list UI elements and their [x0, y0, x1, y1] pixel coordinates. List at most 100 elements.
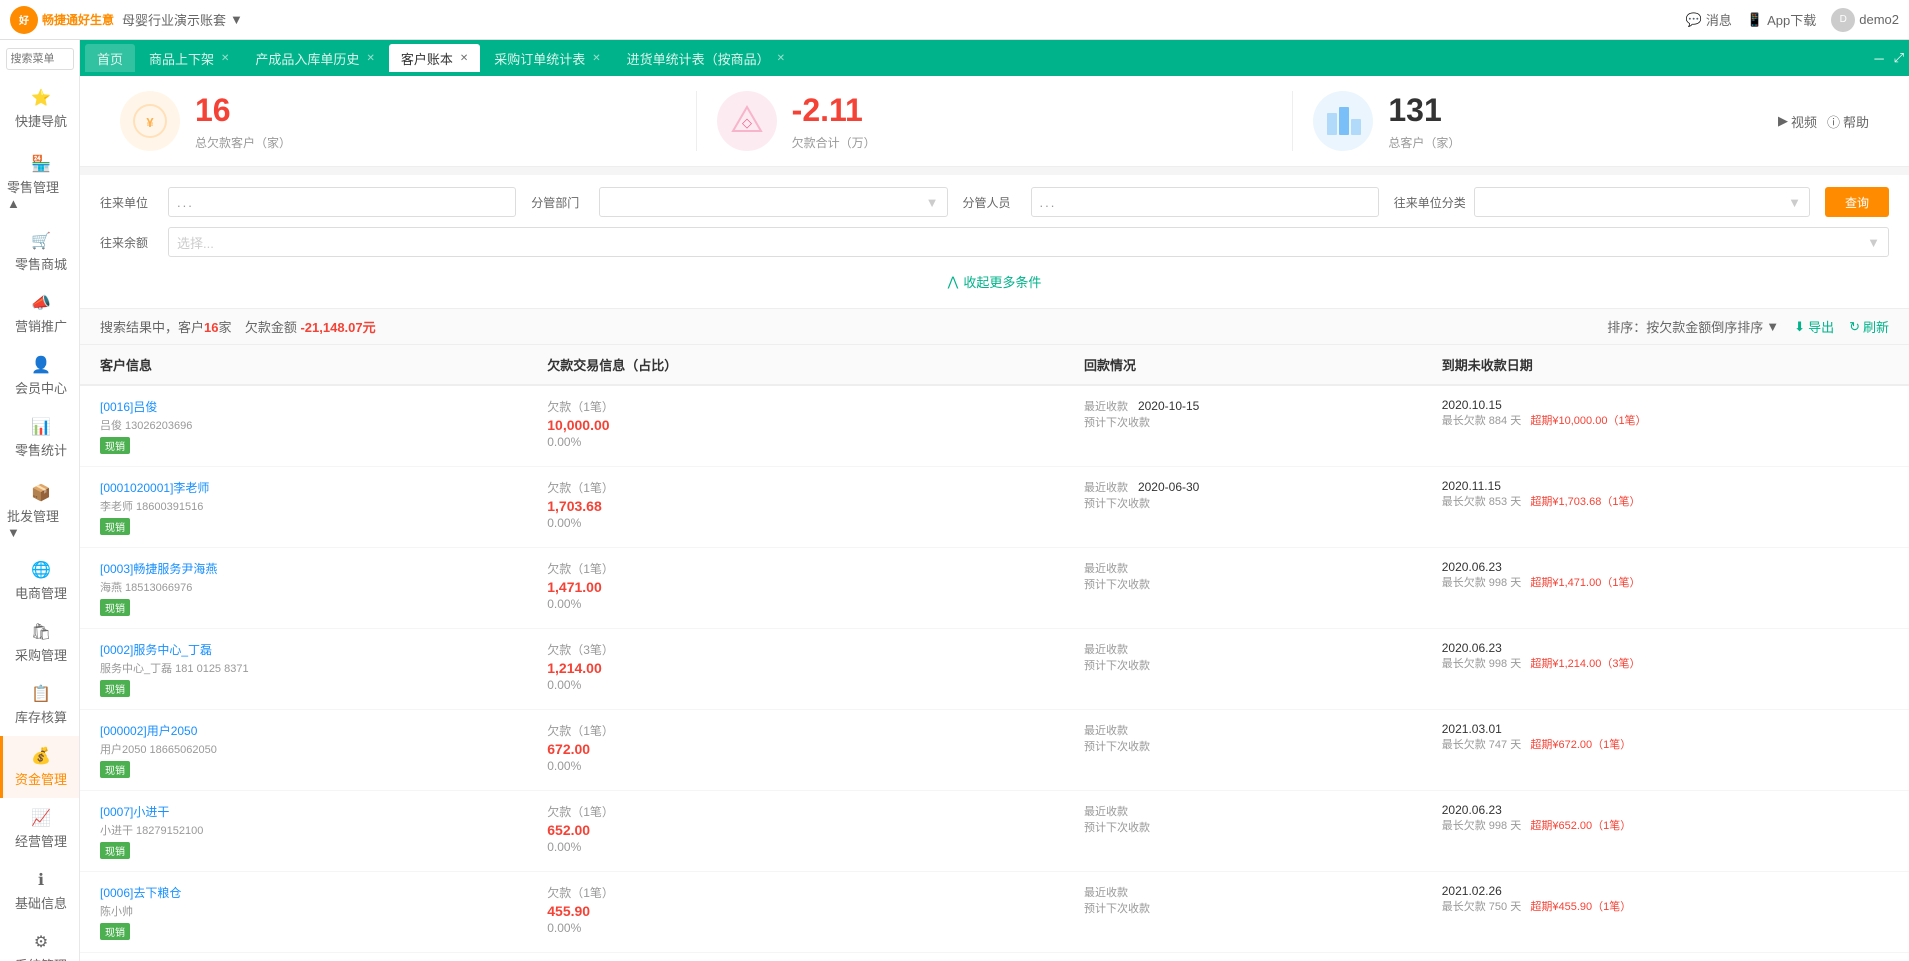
stat-card-total-customers: 131 总客户（家） ▶ 视频 ⓘ 帮助 — [1293, 91, 1889, 151]
overdue-text[interactable]: 超期¥672.00（1笔） — [1530, 739, 1631, 751]
video-btn[interactable]: ▶ 视频 — [1778, 112, 1817, 131]
debt-amount[interactable]: 1,471.00 — [547, 579, 1084, 595]
debt-amount[interactable]: 10,000.00 — [547, 417, 1084, 433]
store-selector[interactable]: 母婴行业演示账套 ▼ — [122, 10, 243, 29]
tab-home[interactable]: 首页 — [85, 44, 135, 72]
sidebar-item-basic[interactable]: ℹ 基础信息 — [0, 860, 79, 922]
debt-amount[interactable]: 1,214.00 — [547, 660, 1084, 676]
collapse-btn[interactable]: ⋀ 收起更多条件 — [100, 267, 1889, 296]
sidebar-item-label: 电商管理 — [15, 583, 67, 602]
app-logo[interactable]: 好 畅捷通好生意 — [10, 6, 114, 34]
filter-input-unit[interactable]: ... — [168, 187, 516, 217]
tab-bar-right: － ⤢ — [1873, 49, 1904, 68]
sidebar-search[interactable] — [0, 40, 79, 78]
debt-amount[interactable]: 672.00 — [547, 741, 1084, 757]
customer-code[interactable]: [0007]小进干 — [100, 803, 547, 820]
page-wrapper: ¥ 16 总欠款客户（家） ◇ — [80, 76, 1909, 961]
sidebar-item-marketing[interactable]: 📣 营销推广 — [0, 283, 79, 345]
overdue-text[interactable]: 超期¥652.00（1笔） — [1530, 820, 1631, 832]
customer-info-cell: [0003]畅捷服务尹海燕 海燕 18513066976 现销 — [100, 560, 547, 616]
return-cell: 最近收款 预计下次收款 — [1084, 641, 1442, 673]
message-btn[interactable]: 💬 消息 — [1686, 10, 1732, 29]
close-icon[interactable]: ✕ — [592, 53, 600, 64]
help-btn[interactable]: ⓘ 帮助 — [1827, 112, 1869, 131]
sidebar-item-operation[interactable]: 📈 经营管理 — [0, 798, 79, 860]
tab-bar: 首页 商品上下架 ✕ 产成品入库单历史 ✕ 客户账本 ✕ 采购订单统计表 ✕ 进… — [80, 40, 1909, 76]
close-icon[interactable]: ✕ — [777, 53, 785, 64]
stat-info-debtors: 16 总欠款客户（家） — [195, 92, 291, 151]
sort-dropdown[interactable]: 排序：按欠款金额倒序排序 ▼ — [1607, 317, 1779, 336]
customer-code[interactable]: [000002]用户2050 — [100, 722, 547, 739]
customer-info-cell: [0016]吕俊 吕俊 13026203696 现销 — [100, 398, 547, 454]
filter-select-balance[interactable]: 选择... ▼ — [168, 227, 1889, 257]
stat-label-debtors: 总欠款客户（家） — [195, 134, 291, 151]
sidebar-item-label: 系统管理 — [15, 955, 67, 961]
due-cell: 2020.10.15 最长欠款 884 天 超期¥10,000.00（1笔） — [1442, 398, 1889, 428]
customer-code[interactable]: [0001020001]李老师 — [100, 479, 547, 496]
sidebar-item-finance[interactable]: 💰 资金管理 — [0, 736, 79, 798]
tab-purchase-order[interactable]: 采购订单统计表 ✕ — [482, 44, 612, 72]
due-date: 2020.06.23 — [1442, 560, 1889, 574]
filter-row-2: 往来余额 选择... ▼ — [100, 227, 1889, 257]
close-icon[interactable]: ✕ — [366, 53, 374, 64]
app-download-btn[interactable]: 📱 App下载 — [1747, 10, 1816, 29]
customer-phone: 吕俊 13026203696 — [100, 417, 547, 433]
overdue-text[interactable]: 超期¥1,214.00（3笔） — [1530, 658, 1640, 670]
max-overdue: 最长欠款 747 天 超期¥672.00（1笔） — [1442, 736, 1889, 752]
chevron-down-icon: ▼ — [1788, 195, 1801, 210]
overdue-text[interactable]: 超期¥455.90（1笔） — [1530, 901, 1631, 913]
debt-amount[interactable]: 652.00 — [547, 822, 1084, 838]
collapse-tabs-icon[interactable]: － — [1873, 49, 1886, 68]
expand-tabs-icon[interactable]: ⤢ — [1894, 50, 1904, 66]
sidebar-item-inventory[interactable]: 📋 库存核算 — [0, 674, 79, 736]
filter-item-category: 往来单位分类 ▼ — [1394, 187, 1810, 217]
stat-card-debt-total: ◇ -2.11 欠款合计（万） — [697, 91, 1294, 151]
sidebar-item-retail-stats[interactable]: 📊 零售统计 — [0, 407, 79, 469]
debt-value: -21,148.07元 — [300, 320, 375, 335]
filter-select-dept[interactable]: ▼ — [599, 187, 947, 217]
customer-code[interactable]: [0002]服务中心_丁磊 — [100, 641, 547, 658]
tab-product-history[interactable]: 产成品入库单历史 ✕ — [243, 44, 386, 72]
customer-phone: 小进干 18279152100 — [100, 822, 547, 838]
tag-cash: 现销 — [100, 599, 130, 616]
filter-row-1: 往来单位 ... 分管部门 ▼ — [100, 187, 1889, 217]
tab-label: 客户账本 — [401, 49, 453, 68]
debt-amount[interactable]: 1,703.68 — [547, 498, 1084, 514]
sidebar-item-batch-mgmt[interactable]: 📦 批发管理 ▼ — [0, 473, 79, 550]
search-input[interactable] — [6, 48, 74, 70]
customer-code[interactable]: [0006]去下粮仓 — [100, 884, 547, 901]
tab-customer-account[interactable]: 客户账本 ✕ — [389, 44, 480, 72]
customer-code[interactable]: [0003]畅捷服务尹海燕 — [100, 560, 547, 577]
customer-code[interactable]: [0016]吕俊 — [100, 398, 547, 415]
close-icon[interactable]: ✕ — [221, 53, 229, 64]
data-table: 客户信息 欠款交易信息（占比） 回款情况 到期未收款日期 [0016]吕俊 吕俊… — [80, 345, 1909, 961]
tab-product-shelf[interactable]: 商品上下架 ✕ — [137, 44, 241, 72]
sidebar-item-ecommerce[interactable]: 🌐 电商管理 — [0, 550, 79, 612]
tab-purchase-stats[interactable]: 进货单统计表（按商品） ✕ — [615, 44, 797, 72]
sidebar-item-retail-mall[interactable]: 🛒 零售商城 — [0, 221, 79, 283]
debt-amount[interactable]: 455.90 — [547, 903, 1084, 919]
close-icon[interactable]: ✕ — [460, 53, 468, 64]
return-label: 最近收款 — [1084, 722, 1128, 738]
export-btn[interactable]: ⬇ 导出 — [1794, 317, 1834, 336]
sidebar-item-label: 零售管理 ▲ — [7, 177, 75, 211]
search-button[interactable]: 查询 — [1825, 187, 1889, 217]
filter-input-person[interactable]: ... — [1031, 187, 1379, 217]
overdue-text[interactable]: 超期¥1,471.00（1笔） — [1530, 577, 1640, 589]
user-profile[interactable]: D demo2 — [1831, 8, 1899, 32]
sidebar-item-member[interactable]: 👤 会员中心 — [0, 345, 79, 407]
overdue-text[interactable]: 超期¥10,000.00（1笔） — [1530, 415, 1646, 427]
debt-ratio: 0.00% — [547, 678, 1084, 692]
overdue-text[interactable]: 超期¥1,703.68（1笔） — [1530, 496, 1640, 508]
sidebar-item-purchase[interactable]: 🛍 采购管理 — [0, 612, 79, 674]
filter-select-category[interactable]: ▼ — [1474, 187, 1810, 217]
debt-cell: 欠款（1笔） 672.00 0.00% — [547, 722, 1084, 773]
max-overdue: 最长欠款 884 天 超期¥10,000.00（1笔） — [1442, 412, 1889, 428]
sidebar-item-retail-mgmt[interactable]: 🏪 零售管理 ▲ — [0, 144, 79, 221]
sidebar-item-label: 基础信息 — [15, 893, 67, 912]
sidebar-item-system[interactable]: ⚙ 系统管理 — [0, 922, 79, 961]
stat-actions: ▶ 视频 ⓘ 帮助 — [1778, 112, 1869, 131]
refresh-btn[interactable]: ↻ 刷新 — [1849, 317, 1889, 336]
sidebar-item-quicknav[interactable]: ⭐ 快捷导航 — [0, 78, 79, 140]
sidebar-item-label: 库存核算 — [15, 707, 67, 726]
